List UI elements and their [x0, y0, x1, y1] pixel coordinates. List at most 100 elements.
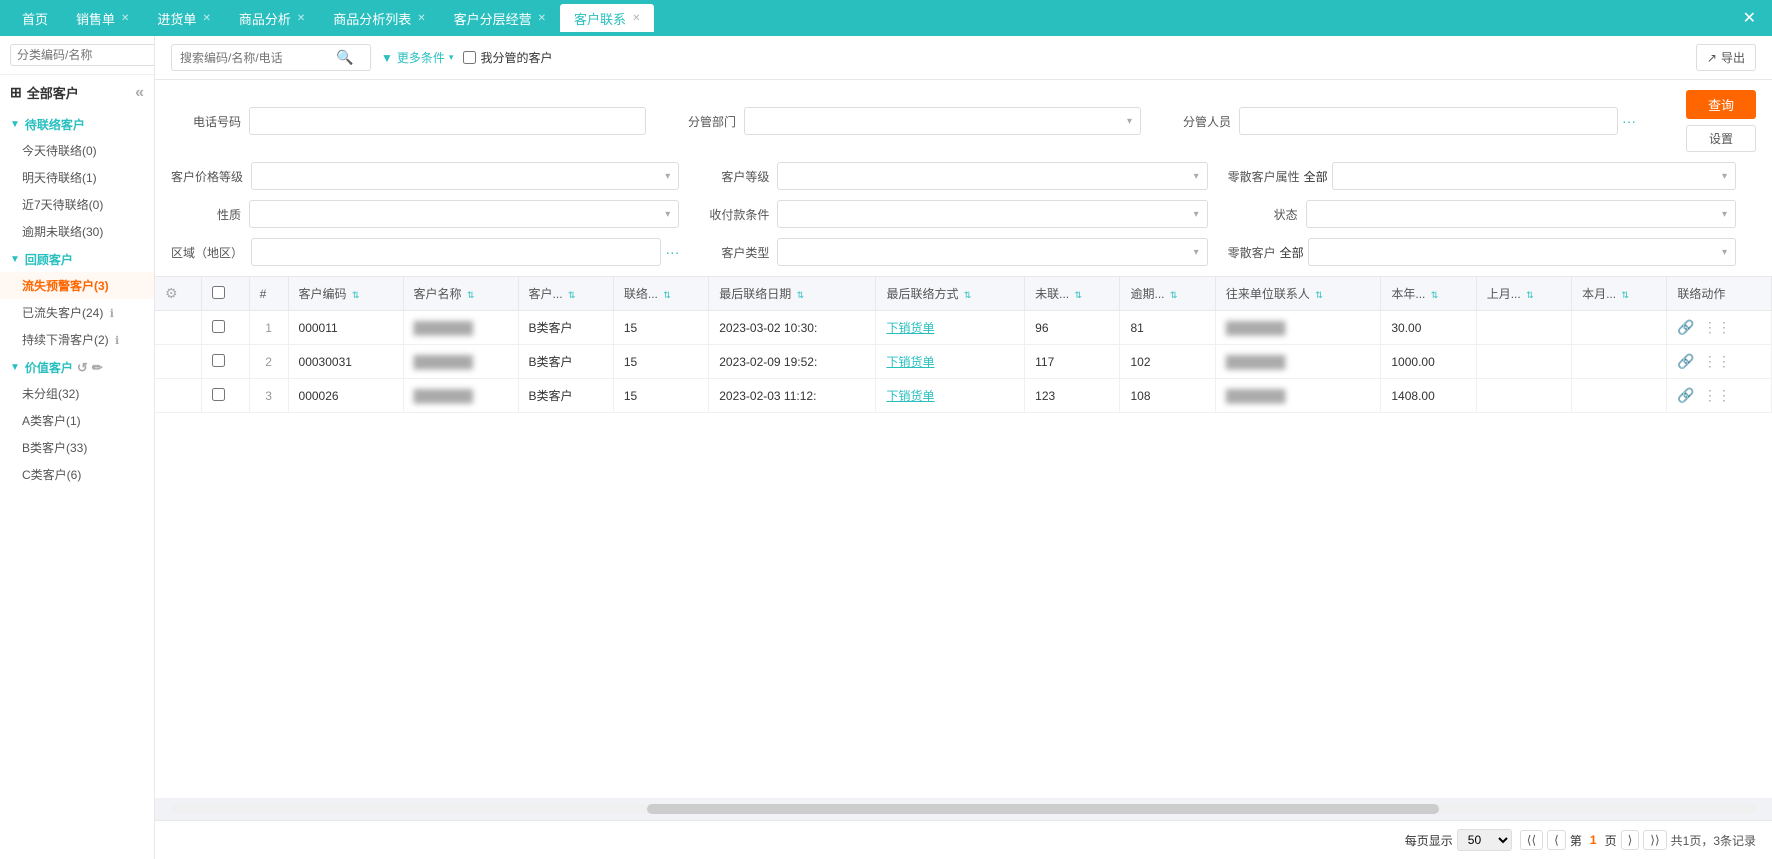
collapse-icon[interactable]: «: [135, 84, 144, 102]
type-sort-icon[interactable]: ⇅: [568, 290, 576, 300]
uncontact-sort-icon[interactable]: ⇅: [1075, 290, 1083, 300]
tab-purchase[interactable]: 进货单 ✕: [143, 4, 224, 32]
td-last-way-2[interactable]: 下销货单: [876, 379, 1025, 413]
tab-customer-contact-close[interactable]: ✕: [632, 13, 640, 24]
row-checkbox-0[interactable]: [212, 320, 225, 333]
manager-dots-icon[interactable]: ···: [1622, 113, 1636, 129]
tab-product-list[interactable]: 商品分析列表 ✕: [319, 4, 439, 32]
unitcontact-sort-icon[interactable]: ⇅: [1315, 290, 1323, 300]
tab-sales[interactable]: 销售单 ✕: [62, 4, 143, 32]
export-btn[interactable]: ↗ 导出: [1696, 44, 1756, 71]
filter-retail-customer-select[interactable]: ▾: [1308, 238, 1736, 266]
sidebar-all-customers[interactable]: ⊞ 全部客户 «: [0, 75, 154, 110]
sidebar-group-value[interactable]: ▼ 价值客户 ↺ ✏: [0, 353, 154, 380]
td-name-1: ███████: [403, 345, 518, 379]
sidebar-item-declining[interactable]: 持续下滑客户(2) ℹ: [0, 326, 154, 353]
overdue-sort-icon[interactable]: ⇅: [1170, 290, 1178, 300]
filter-status-select[interactable]: ▾: [1306, 200, 1736, 228]
last-way-link-1[interactable]: 下销货单: [886, 355, 934, 369]
tab-sales-close[interactable]: ✕: [121, 13, 129, 24]
th-action: 联络动作: [1667, 277, 1772, 311]
next-page-btn[interactable]: ⟩: [1621, 830, 1640, 850]
tab-customer-tier-close[interactable]: ✕: [538, 13, 546, 24]
filter-manager-select[interactable]: [1239, 107, 1618, 135]
th-last-way: 最后联络方式 ⇅: [876, 277, 1025, 311]
last-way-link-0[interactable]: 下销货单: [886, 321, 934, 335]
td-last-way-1[interactable]: 下销货单: [876, 345, 1025, 379]
code-sort-icon[interactable]: ⇅: [352, 290, 360, 300]
sidebar-item-ungrouped[interactable]: 未分组(32): [0, 380, 154, 407]
name-sort-icon[interactable]: ⇅: [467, 290, 475, 300]
contact-sort-icon[interactable]: ⇅: [663, 290, 671, 300]
tab-customer-tier[interactable]: 客户分层经营 ✕: [440, 4, 560, 32]
last-way-link-2[interactable]: 下销货单: [886, 389, 934, 403]
tab-product-analysis[interactable]: 商品分析 ✕: [225, 4, 319, 32]
action-link-icon-0[interactable]: 🔗: [1677, 319, 1694, 336]
tab-purchase-close[interactable]: ✕: [202, 13, 210, 24]
settings-icon[interactable]: ⚙: [165, 285, 178, 301]
tab-home[interactable]: 首页: [8, 4, 62, 32]
lastdate-sort-icon[interactable]: ⇅: [797, 290, 805, 300]
td-code-2: 000026: [288, 379, 403, 413]
sidebar-item-class-b[interactable]: B类客户(33): [0, 434, 154, 461]
action-menu-icon-1[interactable]: ⋮⋮: [1703, 353, 1731, 370]
filter-phone-input[interactable]: [249, 107, 646, 135]
my-customers-checkbox[interactable]: 我分管的客户: [463, 49, 552, 66]
lastmonth-sort-icon[interactable]: ⇅: [1526, 290, 1534, 300]
filter-dept-select[interactable]: ▾: [744, 107, 1141, 135]
query-button[interactable]: 查询: [1686, 90, 1756, 119]
filter-search-icon[interactable]: 🔍: [336, 49, 353, 66]
sidebar-group-review[interactable]: ▼ 回顾客户: [0, 245, 154, 272]
action-link-icon-1[interactable]: 🔗: [1677, 353, 1694, 370]
filter-customerlevel-select[interactable]: ▾: [777, 162, 1207, 190]
horizontal-scrollbar[interactable]: [171, 804, 1756, 814]
sidebar-item-tomorrow[interactable]: 明天待联络(1): [0, 164, 154, 191]
filter-gender-select[interactable]: ▾: [249, 200, 679, 228]
tab-product-analysis-close[interactable]: ✕: [297, 13, 305, 24]
thisyear-sort-icon[interactable]: ⇅: [1431, 290, 1439, 300]
scrollbar-thumb[interactable]: [647, 804, 1440, 814]
row-checkbox-2[interactable]: [212, 388, 225, 401]
more-conditions-btn[interactable]: ▼ 更多条件 ▾: [381, 49, 453, 66]
sidebar-group-pending[interactable]: ▼ 待联络客户: [0, 110, 154, 137]
sidebar-item-class-c[interactable]: C类客户(6): [0, 461, 154, 488]
row-checkbox-1[interactable]: [212, 354, 225, 367]
filter-pricelevel-select[interactable]: ▾: [251, 162, 679, 190]
tab-customer-contact[interactable]: 客户联系 ✕: [560, 4, 654, 32]
td-overdue-2: 108: [1120, 379, 1215, 413]
action-menu-icon-0[interactable]: ⋮⋮: [1703, 319, 1731, 336]
settings-button[interactable]: 设置: [1686, 125, 1756, 152]
thismonth-sort-icon[interactable]: ⇅: [1621, 290, 1629, 300]
current-page-num: 1: [1590, 833, 1597, 847]
select-all-checkbox[interactable]: [212, 286, 225, 299]
my-customers-check[interactable]: [463, 51, 476, 64]
filter-search-input[interactable]: [180, 51, 330, 65]
filter-payment-cell: 收付款条件 ▾: [699, 200, 1227, 228]
last-page-btn[interactable]: ⟩⟩: [1643, 830, 1666, 850]
sidebar-item-7days[interactable]: 近7天待联络(0): [0, 191, 154, 218]
value-group-refresh-icon[interactable]: ↺: [77, 360, 88, 376]
close-window-btn[interactable]: ✕: [1735, 8, 1764, 28]
sidebar-item-class-a[interactable]: A类客户(1): [0, 407, 154, 434]
sidebar-search-input[interactable]: [10, 44, 155, 66]
value-group-edit-icon[interactable]: ✏: [92, 360, 103, 376]
prev-page-btn[interactable]: ⟨: [1547, 830, 1566, 850]
action-menu-icon-2[interactable]: ⋮⋮: [1703, 387, 1731, 404]
sidebar-item-churned[interactable]: 已流失客户(24) ℹ: [0, 299, 154, 326]
filter-payment-select[interactable]: ▾: [777, 200, 1207, 228]
first-page-btn[interactable]: ⟨⟨: [1520, 830, 1543, 850]
th-settings[interactable]: ⚙: [155, 277, 201, 311]
per-page-select[interactable]: 50 100 200: [1457, 829, 1512, 851]
region-dots-icon[interactable]: ···: [665, 244, 679, 260]
action-link-icon-2[interactable]: 🔗: [1677, 387, 1694, 404]
sidebar-item-churn-warning[interactable]: 流失预警客户(3) 90天无交易的客户，可能有流失风险。: [0, 272, 154, 299]
tab-product-list-close[interactable]: ✕: [417, 13, 425, 24]
td-last-way-0[interactable]: 下销货单: [876, 311, 1025, 345]
filter-region-select[interactable]: [251, 238, 661, 266]
filter-retail-attr-select[interactable]: ▾: [1332, 162, 1736, 190]
filter-customertype-select[interactable]: ▾: [777, 238, 1207, 266]
lastway-sort-icon[interactable]: ⇅: [964, 290, 972, 300]
sidebar-item-overdue[interactable]: 逾期未联络(30): [0, 218, 154, 245]
sidebar-item-today[interactable]: 今天待联络(0): [0, 137, 154, 164]
customertype-chevron-icon: ▾: [1194, 247, 1199, 258]
